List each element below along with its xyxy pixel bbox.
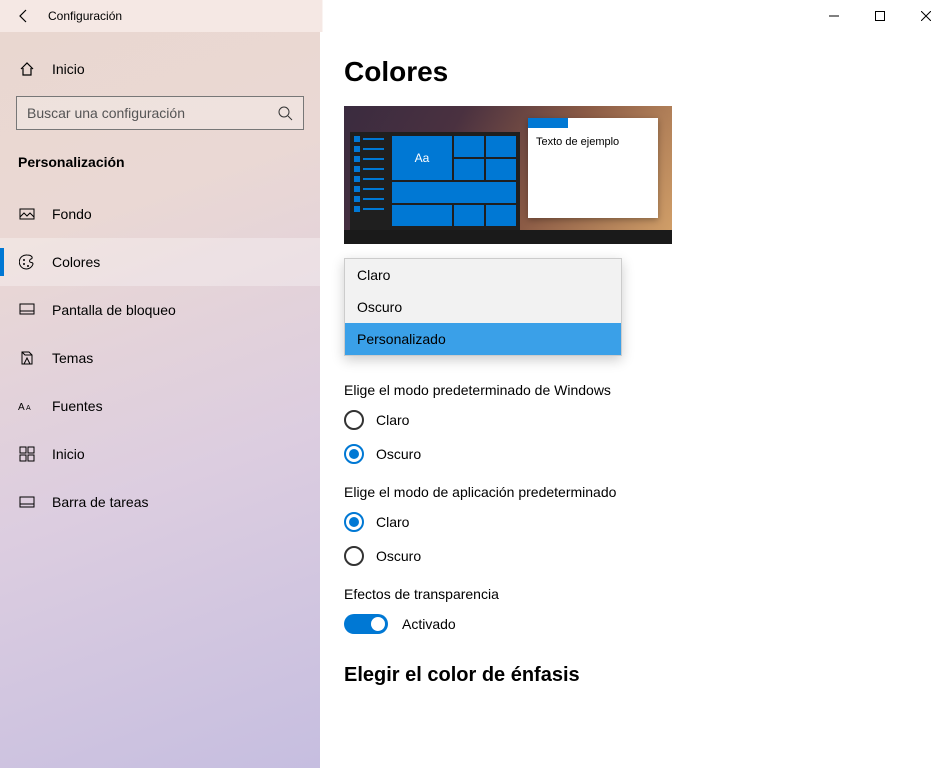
radio-app-claro[interactable]: Claro	[344, 512, 949, 532]
radio-icon	[344, 410, 364, 430]
titlebar: Configuración	[0, 0, 949, 32]
search-box[interactable]	[16, 96, 304, 130]
arrow-left-icon	[16, 8, 32, 24]
search-icon	[277, 105, 293, 121]
dropdown-option-personalizado[interactable]: Personalizado	[345, 323, 621, 355]
app-mode-label: Elige el modo de aplicación predetermina…	[344, 484, 949, 500]
radio-app-oscuro[interactable]: Oscuro	[344, 546, 949, 566]
section-title: Personalización	[0, 154, 320, 190]
dropdown-option-oscuro[interactable]: Oscuro	[345, 291, 621, 323]
sidebar-item-label: Colores	[52, 254, 100, 270]
svg-text:A: A	[26, 405, 31, 412]
transparency-label: Efectos de transparencia	[344, 586, 949, 602]
picture-icon	[18, 205, 36, 223]
window-title: Configuración	[48, 9, 122, 23]
maximize-button[interactable]	[857, 0, 903, 32]
accent-heading: Elegir el color de énfasis	[344, 664, 949, 687]
transparency-toggle-row: Activado	[344, 614, 949, 634]
radio-windows-claro[interactable]: Claro	[344, 410, 949, 430]
radio-label: Oscuro	[376, 548, 421, 564]
sidebar: Inicio Personalización Fondo Colores Pan…	[0, 32, 320, 768]
sidebar-item-inicio[interactable]: Inicio	[0, 430, 320, 478]
sidebar-item-fuentes[interactable]: AA Fuentes	[0, 382, 320, 430]
sidebar-item-label: Barra de tareas	[52, 494, 149, 510]
dropdown-option-claro[interactable]: Claro	[345, 259, 621, 291]
sidebar-item-label: Fuentes	[52, 398, 103, 414]
home-link[interactable]: Inicio	[0, 52, 320, 92]
maximize-icon	[875, 11, 885, 21]
sidebar-item-pantalla-bloqueo[interactable]: Pantalla de bloqueo	[0, 286, 320, 334]
palette-icon	[18, 253, 36, 271]
home-icon	[18, 60, 36, 78]
close-icon	[921, 11, 931, 21]
radio-label: Claro	[376, 412, 409, 428]
color-mode-dropdown[interactable]: Claro Oscuro Personalizado	[344, 258, 622, 356]
radio-icon	[344, 546, 364, 566]
sidebar-item-fondo[interactable]: Fondo	[0, 190, 320, 238]
fonts-icon: AA	[18, 397, 36, 415]
lock-screen-icon	[18, 301, 36, 319]
sidebar-item-label: Inicio	[52, 446, 85, 462]
sidebar-item-label: Pantalla de bloqueo	[52, 302, 176, 318]
color-preview: Aa Texto de ejemplo	[344, 106, 672, 244]
themes-icon	[18, 349, 36, 367]
page-title: Colores	[344, 56, 949, 88]
toggle-state: Activado	[402, 616, 456, 632]
transparency-toggle[interactable]	[344, 614, 388, 634]
home-label: Inicio	[52, 61, 85, 77]
preview-window-text: Texto de ejemplo	[528, 128, 658, 156]
minimize-button[interactable]	[811, 0, 857, 32]
preview-window: Texto de ejemplo	[528, 118, 658, 218]
minimize-icon	[829, 11, 839, 21]
radio-label: Oscuro	[376, 446, 421, 462]
back-button[interactable]	[0, 0, 48, 32]
search-input[interactable]	[27, 105, 277, 121]
preview-tile-text: Aa	[392, 136, 452, 180]
radio-windows-oscuro[interactable]: Oscuro	[344, 444, 949, 464]
windows-mode-label: Elige el modo predeterminado de Windows	[344, 382, 949, 398]
content: Colores Aa Texto de ejemplo	[320, 32, 949, 768]
sidebar-item-label: Temas	[52, 350, 93, 366]
taskbar-icon	[18, 493, 36, 511]
start-icon	[18, 445, 36, 463]
sidebar-item-temas[interactable]: Temas	[0, 334, 320, 382]
radio-icon	[344, 444, 364, 464]
preview-start-menu: Aa	[350, 132, 520, 230]
close-button[interactable]	[903, 0, 949, 32]
sidebar-item-barra-tareas[interactable]: Barra de tareas	[0, 478, 320, 526]
radio-label: Claro	[376, 514, 409, 530]
sidebar-item-label: Fondo	[52, 206, 92, 222]
sidebar-item-colores[interactable]: Colores	[0, 238, 320, 286]
svg-text:A: A	[18, 402, 25, 413]
radio-icon	[344, 512, 364, 532]
